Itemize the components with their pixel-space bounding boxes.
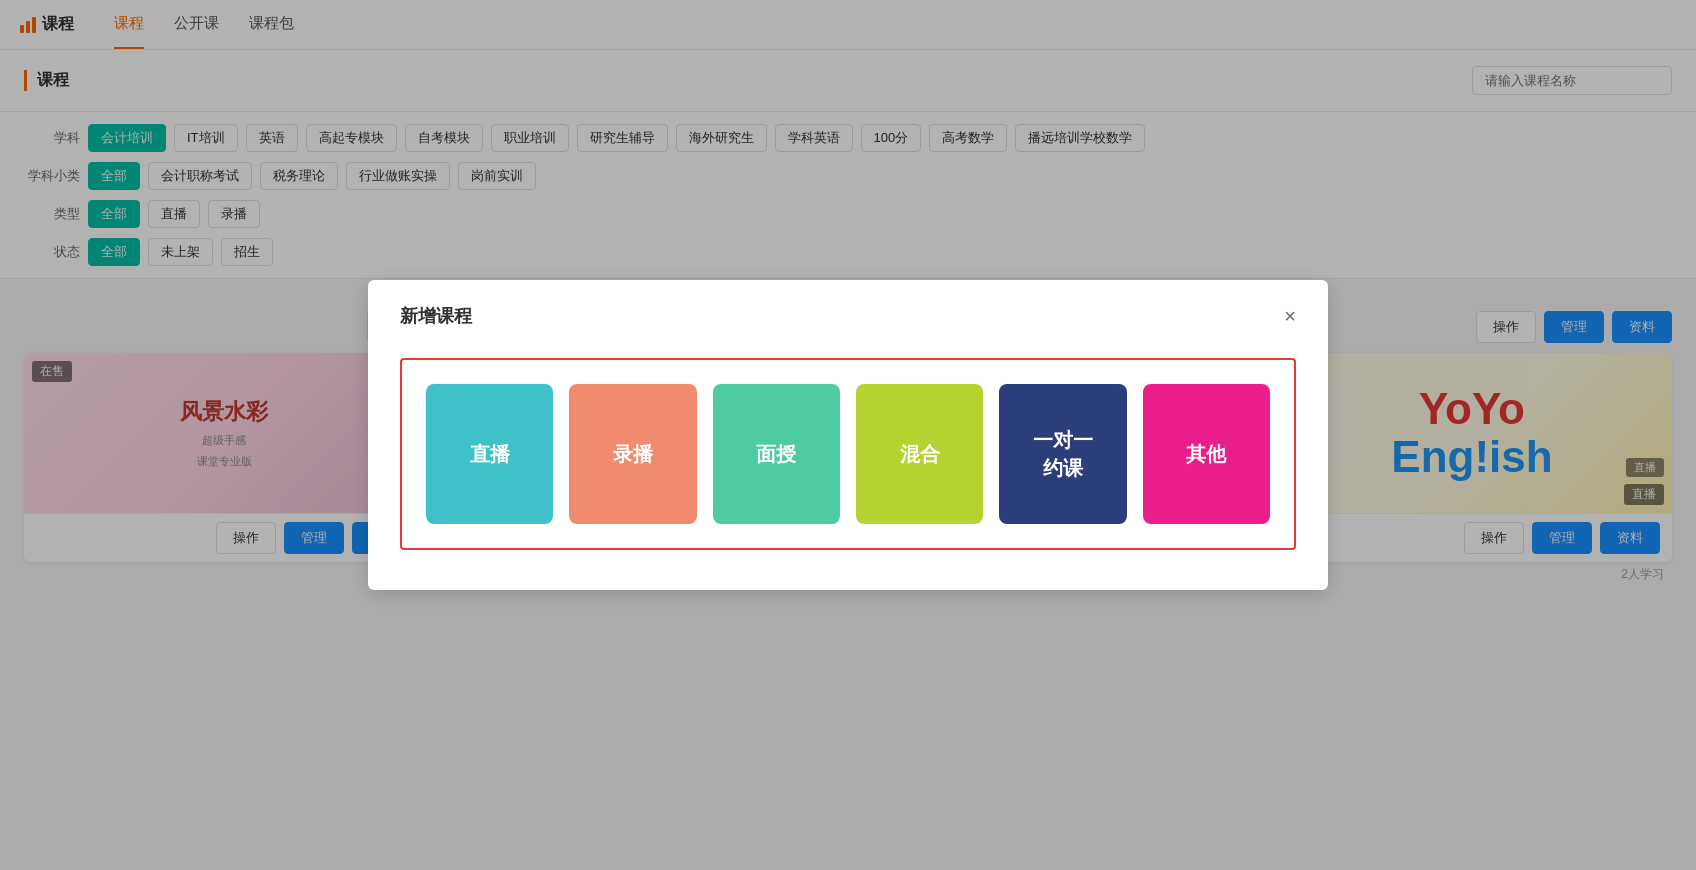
course-type-one-on-one[interactable]: 一对一 约课	[999, 384, 1126, 524]
course-type-other-label: 其他	[1186, 440, 1226, 468]
course-type-recorded[interactable]: 录播	[569, 384, 696, 524]
course-type-offline-label: 面授	[756, 440, 796, 468]
course-type-mixed-label: 混合	[900, 440, 940, 468]
modal-close-button[interactable]: ×	[1284, 306, 1296, 326]
course-type-other[interactable]: 其他	[1143, 384, 1270, 524]
course-type-mixed[interactable]: 混合	[856, 384, 983, 524]
course-type-grid: 直播 录播 面授 混合 一对一 约课 其他	[400, 358, 1296, 550]
course-type-one-on-one-label: 一对一 约课	[1033, 426, 1093, 482]
course-type-recorded-label: 录播	[613, 440, 653, 468]
new-course-modal: 新增课程 × 直播 录播 面授 混合 一对一 约课 其他	[368, 280, 1328, 590]
course-type-live-label: 直播	[470, 440, 510, 468]
course-type-live[interactable]: 直播	[426, 384, 553, 524]
modal-title: 新增课程	[400, 304, 472, 328]
modal-header: 新增课程 ×	[400, 304, 1296, 328]
modal-overlay[interactable]: 新增课程 × 直播 录播 面授 混合 一对一 约课 其他	[0, 0, 1696, 870]
course-type-offline[interactable]: 面授	[713, 384, 840, 524]
